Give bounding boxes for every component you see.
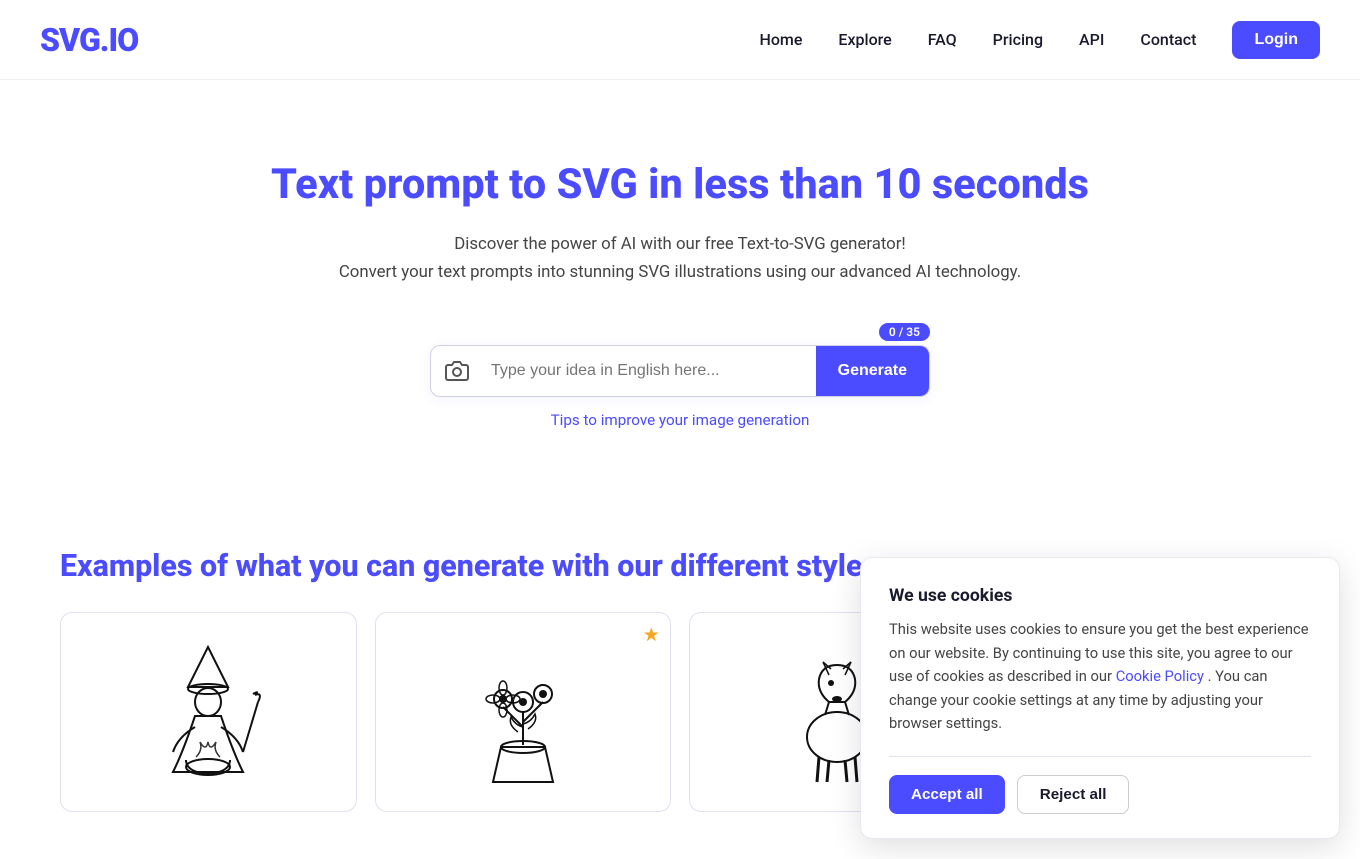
camera-icon: [445, 359, 469, 383]
cookie-policy-link[interactable]: Cookie Policy: [1116, 667, 1204, 685]
hero-title: Text prompt to SVG in less than 10 secon…: [20, 160, 1340, 210]
cookie-divider: [889, 756, 1311, 757]
site-logo[interactable]: SVG.IO: [40, 21, 138, 59]
hero-subtitle1: Discover the power of AI with our free T…: [20, 230, 1340, 259]
nav-api[interactable]: API: [1079, 30, 1104, 49]
example-card-witch: [60, 612, 357, 812]
examples-heading-plain: Examples of what you can generate with o…: [60, 549, 789, 584]
star-badge-flower: ★: [643, 623, 660, 646]
nav-explore[interactable]: Explore: [838, 30, 891, 49]
nav-pricing[interactable]: Pricing: [993, 30, 1043, 49]
generator-wrap: 0 / 35 Generate Tips to improve your ima…: [20, 323, 1340, 429]
prompt-input[interactable]: [483, 346, 816, 396]
cookie-buttons: Accept all Reject all: [889, 775, 1311, 814]
input-box: Generate: [430, 345, 930, 397]
cookie-body: This website uses cookies to ensure you …: [889, 618, 1311, 736]
char-counter: 0 / 35: [879, 323, 930, 341]
flower-illustration: [463, 637, 583, 787]
login-button[interactable]: Login: [1232, 21, 1320, 59]
nav-links: Home Explore FAQ Pricing API Contact Log…: [759, 21, 1320, 59]
hero-subtitle2: Convert your text prompts into stunning …: [20, 258, 1340, 287]
example-card-flower: ★: [375, 612, 672, 812]
nav-contact[interactable]: Contact: [1140, 30, 1196, 49]
accept-all-button[interactable]: Accept all: [889, 775, 1005, 814]
navbar: SVG.IO Home Explore FAQ Pricing API Cont…: [0, 0, 1360, 80]
reject-all-button[interactable]: Reject all: [1017, 775, 1130, 814]
nav-home[interactable]: Home: [759, 30, 802, 49]
hero-section: Text prompt to SVG in less than 10 secon…: [0, 80, 1360, 489]
generate-button[interactable]: Generate: [816, 346, 929, 396]
cookie-title: We use cookies: [889, 586, 1311, 606]
witch-illustration: [148, 642, 268, 782]
tips-link[interactable]: Tips to improve your image generation: [551, 411, 810, 429]
cookie-banner: We use cookies This website uses cookies…: [860, 557, 1340, 839]
nav-faq[interactable]: FAQ: [928, 30, 957, 49]
camera-button[interactable]: [431, 359, 483, 383]
